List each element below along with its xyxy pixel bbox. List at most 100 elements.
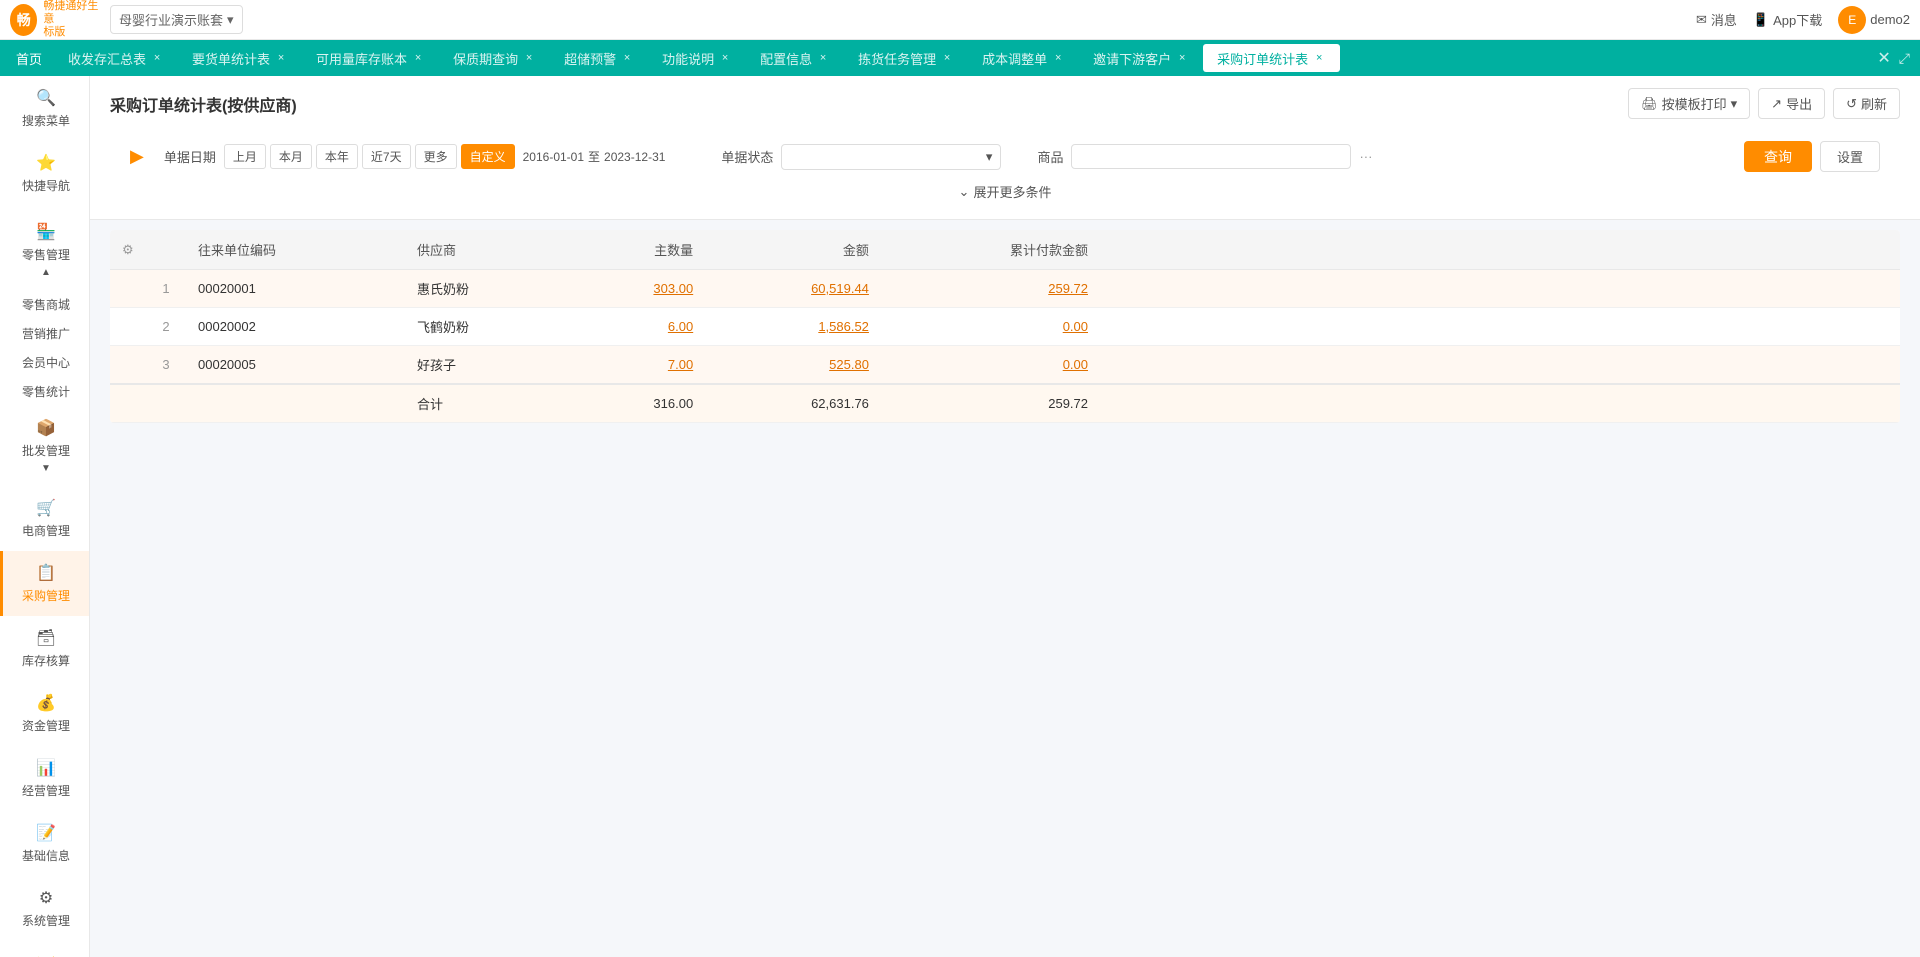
nav-close-all[interactable]: ✕ [1877, 48, 1890, 68]
row-amount[interactable]: 525.80 [705, 346, 881, 385]
sidebar-item-purchase-mgmt[interactable]: 📋 采购管理 [0, 551, 89, 616]
close-invite-downstream[interactable]: × [1175, 51, 1189, 65]
tab-cost-adjust[interactable]: 成本调整单 × [968, 44, 1079, 72]
close-picking-task[interactable]: × [940, 51, 954, 65]
nav-expand[interactable]: ⤢ [1899, 50, 1910, 67]
tab-invite-downstream[interactable]: 邀请下游客户 × [1079, 44, 1203, 72]
close-config-info[interactable]: × [816, 51, 830, 65]
date-btn-custom[interactable]: 自定义 [461, 144, 515, 169]
row-supplier-code: 00020005 [186, 346, 405, 385]
th-quantity: 主数量 [568, 230, 705, 270]
sidebar-item-members[interactable]: 会员中心 [0, 348, 89, 377]
goods-input[interactable] [1071, 144, 1351, 169]
tab-warranty-query[interactable]: 保质期查询 × [439, 44, 550, 72]
sidebar-item-retail-mgmt[interactable]: 🏪 零售管理 ▲ [0, 210, 89, 290]
th-amount: 金额 [705, 230, 881, 270]
system-icon: ⚙ [39, 888, 53, 908]
message-btn[interactable]: ✉ 消息 [1696, 10, 1737, 29]
search-button[interactable]: 查询 [1744, 141, 1812, 172]
row-paid-amount[interactable]: 259.72 [881, 270, 1100, 308]
sidebar-item-enterprise-collab[interactable]: 🤝 企业协同 [0, 941, 89, 957]
table-section: ⚙ 往来单位编码 供应商 主数量 金额 累计付款金额 1 00020001 [90, 220, 1920, 957]
date-btn-last-month[interactable]: 上月 [224, 144, 266, 169]
sidebar-item-finance[interactable]: 💰 资金管理 [0, 681, 89, 746]
logo-area: 畅 畅捷通好生意 标版 [10, 0, 100, 39]
collapse-filter-btn[interactable]: ▶ [130, 146, 144, 167]
close-available-stock[interactable]: × [411, 51, 425, 65]
tab-picking-task[interactable]: 拣货任务管理 × [844, 44, 968, 72]
operations-icon: 📊 [36, 758, 56, 778]
row-paid-amount[interactable]: 0.00 [881, 346, 1100, 385]
row-quantity[interactable]: 7.00 [568, 346, 705, 385]
close-receive-summary[interactable]: × [150, 51, 164, 65]
row-supplier-code: 00020002 [186, 308, 405, 346]
workspace-selector[interactable]: 母婴行业演示账套 ▾ [110, 5, 243, 34]
th-row-num [146, 230, 186, 270]
row-extra [1100, 346, 1900, 385]
app-download-btn[interactable]: 📱 App下载 [1753, 10, 1822, 29]
row-paid-amount[interactable]: 0.00 [881, 308, 1100, 346]
row-amount[interactable]: 1,586.52 [705, 308, 881, 346]
tab-home[interactable]: 首页 [4, 44, 54, 72]
date-btn-this-year[interactable]: 本年 [316, 144, 358, 169]
phone-icon: 📱 [1753, 12, 1769, 28]
row-extra [1100, 308, 1900, 346]
sidebar-search-label: 搜索菜单 [22, 112, 70, 129]
sidebar-item-retail-shop[interactable]: 零售商城 [0, 290, 89, 319]
export-button[interactable]: ↗ 导出 [1758, 88, 1825, 119]
tab-purchase-summary[interactable]: 采购订单统计表 × [1203, 44, 1340, 72]
row-supplier-code: 00020001 [186, 270, 405, 308]
goods-more-icon[interactable]: ··· [1359, 149, 1372, 164]
status-select[interactable]: ▾ [781, 144, 1001, 170]
row-quantity[interactable]: 6.00 [568, 308, 705, 346]
footer-amount: 62,631.76 [705, 384, 881, 423]
refresh-button[interactable]: ↺ 刷新 [1833, 88, 1900, 119]
close-purchase-summary[interactable]: × [1312, 51, 1326, 65]
expand-more-btn[interactable]: ⌄ 展开更多条件 [939, 176, 1072, 207]
sidebar-item-operations[interactable]: 📊 经营管理 [0, 746, 89, 811]
setting-button[interactable]: 设置 [1820, 141, 1880, 172]
sidebar-item-inventory[interactable]: 🗃 库存核算 [0, 616, 89, 681]
row-num: 3 [146, 346, 186, 385]
sidebar-item-retail-stats[interactable]: 零售统计 [0, 377, 89, 406]
close-cost-adjust[interactable]: × [1051, 51, 1065, 65]
close-overstock-warning[interactable]: × [620, 51, 634, 65]
table-row: 2 00020002 飞鹤奶粉 6.00 1,586.52 0.00 [110, 308, 1900, 346]
tab-receive-summary[interactable]: 收发存汇总表 × [54, 44, 178, 72]
date-btn-this-month[interactable]: 本月 [270, 144, 312, 169]
template-print-button[interactable]: 🖨 按模板打印 ▾ [1628, 88, 1750, 119]
close-order-summary[interactable]: × [274, 51, 288, 65]
message-label: 消息 [1711, 10, 1737, 29]
basic-info-icon: 📝 [36, 823, 56, 843]
sidebar-item-system-mgmt[interactable]: ⚙ 系统管理 [0, 876, 89, 941]
ecommerce-icon: 🛒 [36, 498, 56, 518]
sidebar-item-search[interactable]: 🔍 搜索菜单 [0, 76, 89, 141]
sidebar-item-wholesale-mgmt[interactable]: 📦 批发管理 ▼ [0, 406, 89, 486]
row-amount[interactable]: 60,519.44 [705, 270, 881, 308]
tab-order-summary[interactable]: 要货单统计表 × [178, 44, 302, 72]
date-btn-7days[interactable]: 近7天 [362, 144, 411, 169]
table-header: ⚙ 往来单位编码 供应商 主数量 金额 累计付款金额 [110, 230, 1900, 270]
th-supplier-name: 供应商 [405, 230, 568, 270]
date-btn-more[interactable]: 更多 [415, 144, 457, 169]
footer-quantity: 316.00 [568, 384, 705, 423]
tab-overstock-warning[interactable]: 超储预警 × [550, 44, 648, 72]
row-quantity[interactable]: 303.00 [568, 270, 705, 308]
tab-available-stock[interactable]: 可用量库存账本 × [302, 44, 439, 72]
table-footer-row: 合计 316.00 62,631.76 259.72 [110, 384, 1900, 423]
sidebar-item-basic-info[interactable]: 📝 基础信息 [0, 811, 89, 876]
footer-label [186, 384, 405, 423]
row-settings [110, 270, 146, 308]
close-function-desc[interactable]: × [718, 51, 732, 65]
close-warranty-query[interactable]: × [522, 51, 536, 65]
status-dropdown-icon: ▾ [986, 149, 993, 165]
user-profile[interactable]: E demo2 [1838, 6, 1910, 34]
sidebar-item-ecommerce[interactable]: 🛒 电商管理 [0, 486, 89, 551]
settings-icon[interactable]: ⚙ [122, 242, 134, 257]
tab-config-info[interactable]: 配置信息 × [746, 44, 844, 72]
tab-function-desc[interactable]: 功能说明 × [648, 44, 746, 72]
sidebar-item-quick-nav[interactable]: ⭐ 快捷导航 [0, 141, 89, 206]
search-icon: 🔍 [36, 88, 56, 108]
th-settings: ⚙ [110, 230, 146, 270]
sidebar-item-marketing[interactable]: 营销推广 [0, 319, 89, 348]
